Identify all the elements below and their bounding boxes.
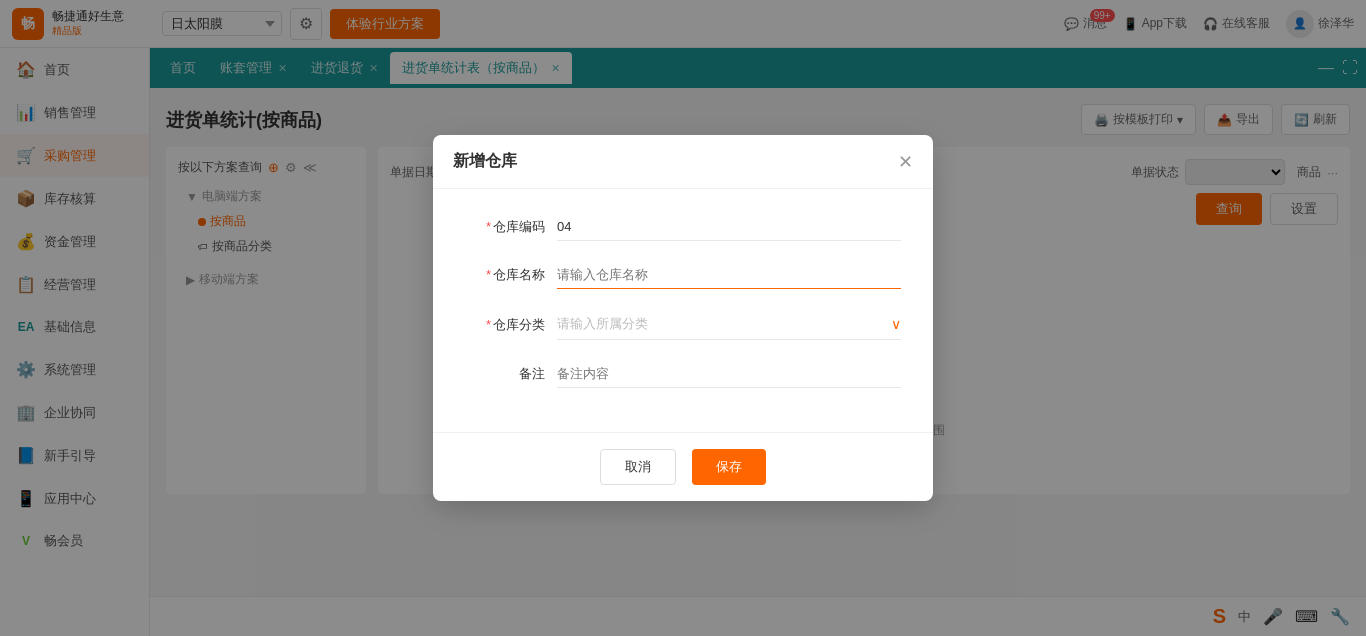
category-select[interactable]: 请输入所属分类 ∨ <box>557 309 901 340</box>
category-label: 仓库分类 <box>465 316 545 334</box>
modal-overlay[interactable]: 新增仓库 ✕ 仓库编码 仓库名称 仓库分类 请输入所属分类 ∨ <box>0 0 1366 636</box>
dialog-footer: 取消 保存 <box>433 432 933 501</box>
note-row: 备注 <box>465 360 901 388</box>
dialog-body: 仓库编码 仓库名称 仓库分类 请输入所属分类 ∨ 备注 <box>433 189 933 432</box>
category-dropdown-icon: ∨ <box>891 316 901 332</box>
new-warehouse-dialog: 新增仓库 ✕ 仓库编码 仓库名称 仓库分类 请输入所属分类 ∨ <box>433 135 933 501</box>
cancel-button[interactable]: 取消 <box>600 449 676 485</box>
save-button[interactable]: 保存 <box>692 449 766 485</box>
dialog-close-button[interactable]: ✕ <box>898 153 913 171</box>
name-input[interactable] <box>557 261 901 289</box>
dialog-header: 新增仓库 ✕ <box>433 135 933 189</box>
name-label: 仓库名称 <box>465 266 545 284</box>
category-row: 仓库分类 请输入所属分类 ∨ <box>465 309 901 340</box>
name-row: 仓库名称 <box>465 261 901 289</box>
dialog-title: 新增仓库 <box>453 151 517 172</box>
code-row: 仓库编码 <box>465 213 901 241</box>
note-input[interactable] <box>557 360 901 388</box>
note-label: 备注 <box>465 365 545 383</box>
code-label: 仓库编码 <box>465 218 545 236</box>
code-input[interactable] <box>557 213 901 241</box>
